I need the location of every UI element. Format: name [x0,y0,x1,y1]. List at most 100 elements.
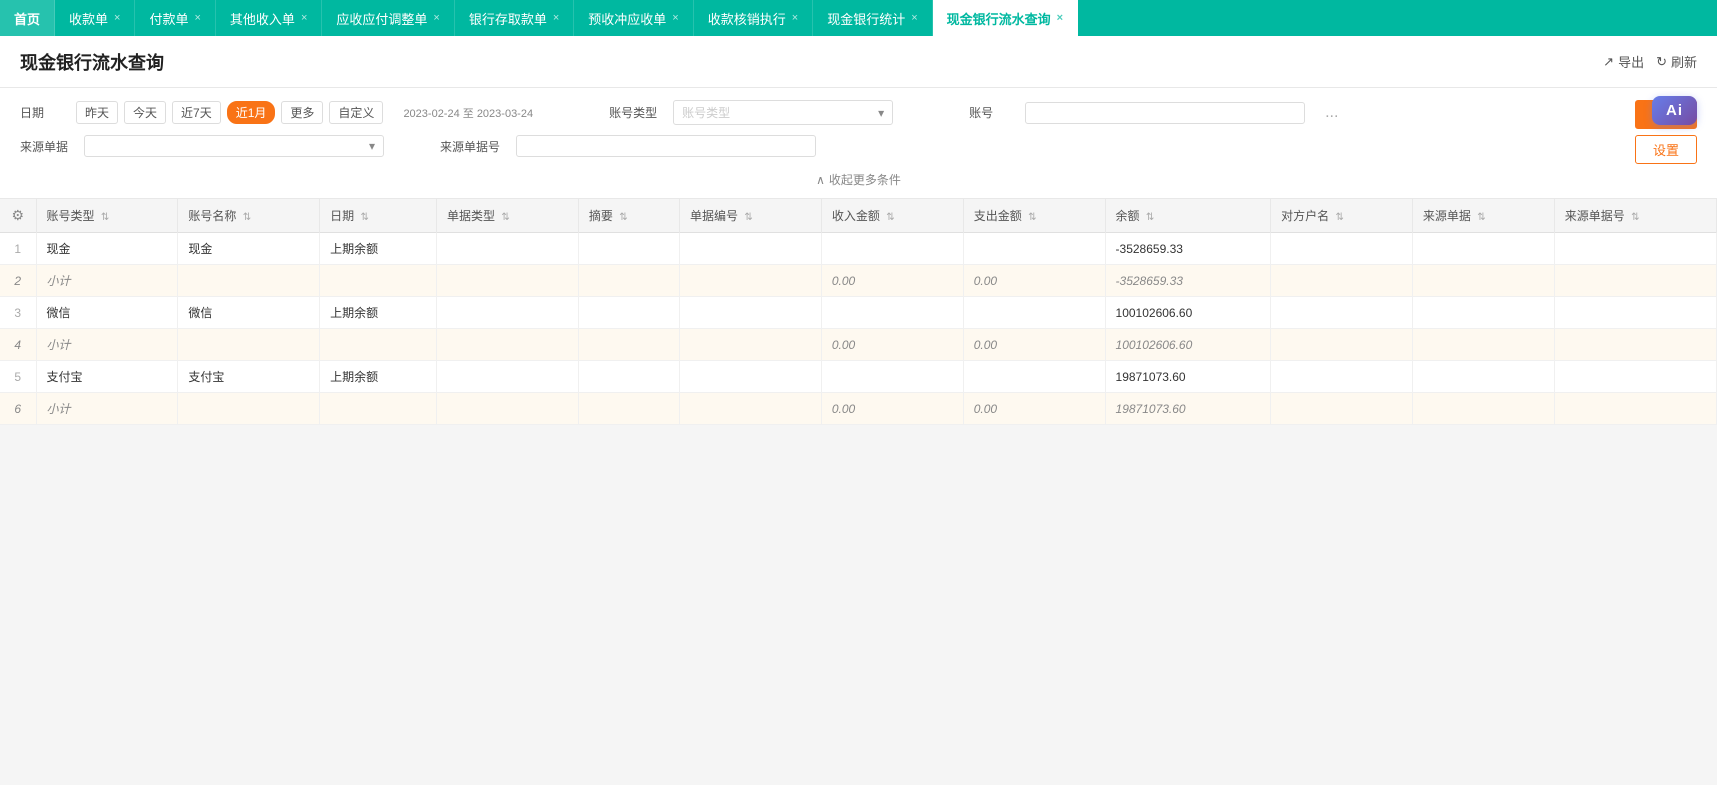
date-btn-yesterday[interactable]: 昨天 [76,101,118,124]
cell-doc-type [437,361,579,393]
filter-area: 日期 昨天 今天 近7天 近1月 更多 自定义 2023-02-24 至 202… [0,88,1717,199]
cell-source-doc [1412,297,1554,329]
account-type-select[interactable]: 账号类型 ▾ [673,100,893,125]
cell-doc-type [437,265,579,297]
cell-account-name [178,329,320,361]
date-btn-1month[interactable]: 近1月 [227,101,276,124]
col-settings[interactable]: ⚙ [0,199,36,233]
col-source-doc: 来源单据 ⇅ [1412,199,1554,233]
cell-account-type: 小计 [36,393,178,425]
close-tab-shoukuan-icon[interactable]: × [114,12,120,24]
sort-source-doc-icon[interactable]: ⇅ [1477,212,1485,223]
close-tab-bank-stats-icon[interactable]: × [911,12,917,24]
page-title: 现金银行流水查询 [20,49,164,75]
cell-date: 上期余额 [320,361,437,393]
table-settings-icon[interactable]: ⚙ [11,207,24,223]
nav-tab-fukuan[interactable]: 付款单 × [135,0,215,36]
filter-row-source: 来源单据 ▾ 来源单据号 [20,135,1635,157]
sort-expense-icon[interactable]: ⇅ [1028,212,1036,223]
cell-account-name: 现金 [178,233,320,265]
sort-income-icon[interactable]: ⇅ [886,212,894,223]
nav-tab-shoukuan[interactable]: 收款单 × [55,0,135,36]
chevron-down-icon2: ▾ [369,139,375,153]
sort-account-type-icon[interactable]: ⇅ [101,212,109,223]
col-date: 日期 ⇅ [320,199,437,233]
sort-doc-type-icon[interactable]: ⇅ [501,212,509,223]
cell-source-doc [1412,329,1554,361]
row-number: 1 [0,233,36,265]
cell-source-doc-no [1554,297,1716,329]
refresh-icon: ↻ [1656,54,1667,70]
collapse-filters-row[interactable]: ∧ 收起更多条件 [20,167,1697,190]
close-tab-adjustment-icon[interactable]: × [433,12,439,24]
nav-home[interactable]: 首页 [0,0,55,36]
cell-source-doc-no [1554,233,1716,265]
source-doc-label: 来源单据 [20,138,68,155]
account-label: 账号 [969,104,1009,121]
ai-badge[interactable]: Ai [1652,96,1697,125]
nav-tab-other-income[interactable]: 其他收入单 × [216,0,322,36]
date-btn-7days[interactable]: 近7天 [172,101,221,124]
col-doc-type: 单据类型 ⇅ [437,199,579,233]
col-counterpart: 对方户名 ⇅ [1271,199,1413,233]
close-tab-bank-flow-icon[interactable]: × [1057,12,1063,24]
more-options-icon[interactable]: ... [1321,104,1342,122]
row-number: 2 [0,265,36,297]
col-doc-no: 单据编号 ⇅ [680,199,822,233]
date-btn-today[interactable]: 今天 [124,101,166,124]
cell-doc-type [437,233,579,265]
top-navigation: 首页 收款单 × 付款单 × 其他收入单 × 应收应付调整单 × 银行存取款单 … [0,0,1717,36]
col-account-type: 账号类型 ⇅ [36,199,178,233]
cell-counterpart [1271,393,1413,425]
row-number: 3 [0,297,36,329]
source-doc-no-label: 来源单据号 [440,138,500,155]
cell-date: 上期余额 [320,297,437,329]
cell-doc-no [680,265,822,297]
table-row: 4小计0.000.00100102606.60 [0,329,1717,361]
account-input[interactable] [1025,102,1305,124]
nav-tab-adjustment[interactable]: 应收应付调整单 × [322,0,454,36]
export-button[interactable]: ↗ 导出 [1603,52,1644,71]
cell-account-type: 支付宝 [36,361,178,393]
nav-tab-bank-deposit[interactable]: 银行存取款单 × [455,0,574,36]
source-doc-no-input[interactable] [516,135,816,157]
source-doc-select[interactable]: ▾ [84,135,384,157]
row-number: 6 [0,393,36,425]
sort-account-name-icon[interactable]: ⇅ [243,212,251,223]
cell-expense [963,297,1105,329]
date-btn-more[interactable]: 更多 [281,101,323,124]
sort-balance-icon[interactable]: ⇅ [1146,212,1154,223]
nav-tab-pre-collect[interactable]: 预收冲应收单 × [574,0,693,36]
cell-account-name: 微信 [178,297,320,329]
cell-date [320,329,437,361]
cell-source-doc-no [1554,361,1716,393]
nav-tab-bank-flow[interactable]: 现金银行流水查询 × [933,0,1078,36]
close-tab-verification-icon[interactable]: × [792,12,798,24]
cell-summary [578,361,679,393]
nav-tab-verification[interactable]: 收款核销执行 × [694,0,813,36]
account-type-label: 账号类型 [609,104,657,121]
nav-tab-bank-stats[interactable]: 现金银行统计 × [813,0,932,36]
close-tab-fukuan-icon[interactable]: × [194,12,200,24]
cell-doc-type [437,393,579,425]
cell-account-type: 小计 [36,265,178,297]
close-tab-bank-deposit-icon[interactable]: × [553,12,559,24]
filter-row-date: 日期 昨天 今天 近7天 近1月 更多 自定义 2023-02-24 至 202… [20,100,1635,125]
refresh-button[interactable]: ↻ 刷新 [1656,52,1697,71]
settings-button[interactable]: 设置 [1635,135,1697,164]
cell-source-doc [1412,233,1554,265]
sort-summary-icon[interactable]: ⇅ [619,212,627,223]
sort-counterpart-icon[interactable]: ⇅ [1335,212,1343,223]
date-btn-custom[interactable]: 自定义 [329,101,383,124]
sort-doc-no-icon[interactable]: ⇅ [744,212,752,223]
cell-source-doc-no [1554,393,1716,425]
close-tab-other-income-icon[interactable]: × [301,12,307,24]
cell-account-type: 微信 [36,297,178,329]
date-range-display: 2023-02-24 至 2023-03-24 [403,105,533,121]
close-tab-pre-collect-icon[interactable]: × [672,12,678,24]
sort-source-doc-no-icon[interactable]: ⇅ [1631,212,1639,223]
cell-doc-no [680,361,822,393]
sort-date-icon[interactable]: ⇅ [361,212,369,223]
date-quick-select: 昨天 今天 近7天 近1月 更多 自定义 [76,101,383,124]
cell-counterpart [1271,265,1413,297]
